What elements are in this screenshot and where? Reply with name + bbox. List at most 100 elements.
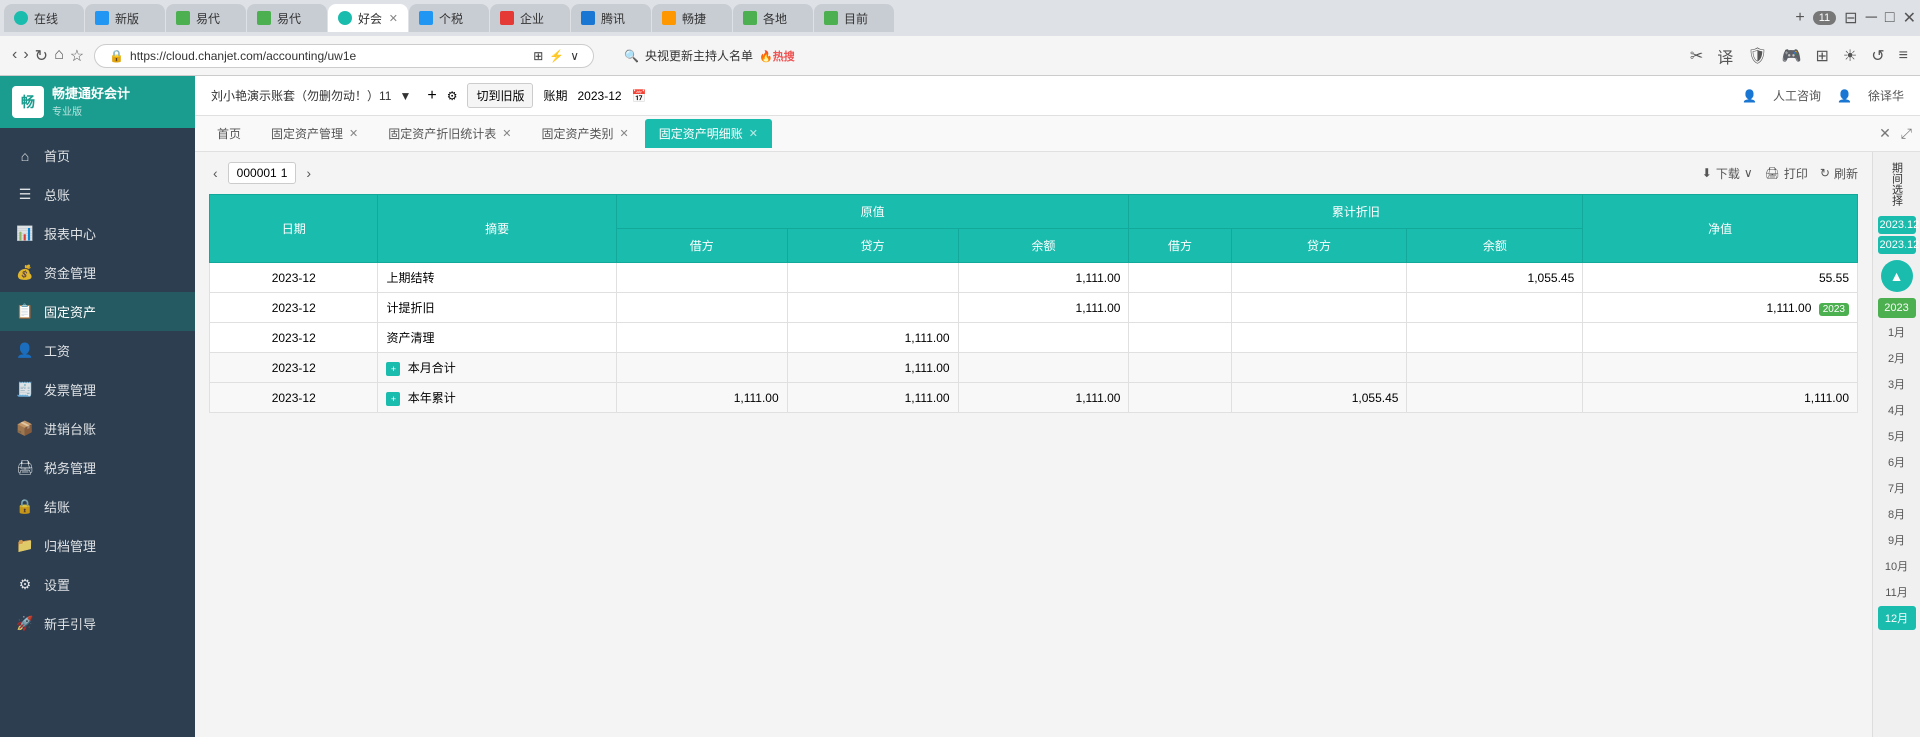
sidebar-item-closing[interactable]: 🔒 结账 xyxy=(0,487,195,526)
tab-close-t5[interactable]: ✕ xyxy=(389,12,398,25)
browser-tab-t10[interactable]: 各地 xyxy=(733,4,813,32)
game-icon[interactable]: 🎮 xyxy=(1782,46,1802,66)
sidebar-item-home[interactable]: ⌂ 首页 xyxy=(0,136,195,175)
period-month-8[interactable]: 8月 xyxy=(1878,502,1916,526)
minimize-button[interactable]: ─ xyxy=(1866,9,1877,27)
period-date-2[interactable]: 2023.12 xyxy=(1878,236,1916,254)
print-button[interactable]: 🖨 打印 xyxy=(1765,165,1808,182)
tab-depreciation-stats[interactable]: 固定资产折旧统计表 ✕ xyxy=(374,119,525,148)
period-month-12[interactable]: 12月 xyxy=(1878,606,1916,630)
address-input[interactable]: 🔒 https://cloud.chanjet.com/accounting/u… xyxy=(94,44,594,68)
tab-depreciation-stats-close[interactable]: ✕ xyxy=(502,127,511,140)
sidebar-item-fixed-assets[interactable]: 📋 固定资产 xyxy=(0,292,195,331)
browser-tab-t3[interactable]: 易代 xyxy=(166,4,246,32)
prev-page-button[interactable]: ‹ xyxy=(209,163,222,183)
next-page-button[interactable]: › xyxy=(302,163,315,183)
shield-icon[interactable]: 🛡 xyxy=(1747,46,1767,66)
fullscreen-button[interactable]: ⤢ xyxy=(1901,125,1912,142)
search-icon: 🔍 xyxy=(624,49,639,63)
sidebar-item-funds[interactable]: 💰 资金管理 xyxy=(0,253,195,292)
sidebar-item-settings[interactable]: ⚙ 设置 xyxy=(0,565,195,604)
bookmark-button[interactable]: ☆ xyxy=(70,46,84,66)
switch-version-button[interactable]: 切到旧版 xyxy=(467,83,533,108)
tab-asset-ledger-close[interactable]: ✕ xyxy=(749,127,758,140)
reload-button[interactable]: ↻ xyxy=(35,46,48,66)
period-month-2[interactable]: 2月 xyxy=(1878,346,1916,370)
page-number-text: 000001 xyxy=(237,166,277,180)
sidebar-item-invoice[interactable]: 🧾 发票管理 xyxy=(0,370,195,409)
scissors-icon[interactable]: ✂ xyxy=(1690,46,1703,66)
refresh-button[interactable]: ↻ 刷新 xyxy=(1820,165,1858,182)
close-tab-button[interactable]: ✕ xyxy=(1879,125,1891,142)
add-company-button[interactable]: + xyxy=(427,87,436,105)
support-label[interactable]: 人工咨询 xyxy=(1773,87,1821,104)
period-date-1[interactable]: 2023.12 xyxy=(1878,216,1916,234)
app-container: 畅 畅捷通好会计 专业版 ⌂ 首页 ☰ 总账 📊 报表中心 💰 资金管理 xyxy=(0,76,1920,737)
home-button[interactable]: ⌂ xyxy=(54,46,64,66)
tab-label-t7: 企业 xyxy=(520,10,544,27)
hot-search-label[interactable]: 🔥热搜 xyxy=(759,48,795,64)
top-bar-actions: + ⚙ 切到旧版 账期 2023-12 📅 xyxy=(427,83,646,108)
tab-fixed-assets-mgmt[interactable]: 固定资产管理 ✕ xyxy=(257,119,372,148)
undo-icon[interactable]: ↺ xyxy=(1871,46,1884,66)
tab-home[interactable]: 首页 xyxy=(203,119,255,148)
company-dropdown[interactable]: ▼ xyxy=(399,89,411,103)
browser-tab-t6[interactable]: 个税 xyxy=(409,4,489,32)
grid-icon[interactable]: ⊞ xyxy=(1816,46,1829,66)
back-button[interactable]: ‹ xyxy=(12,46,17,66)
period-month-2023[interactable]: 2023 xyxy=(1878,298,1916,318)
translate-icon[interactable]: 译 xyxy=(1717,44,1733,68)
sidebar-item-payroll[interactable]: 👤 工资 xyxy=(0,331,195,370)
browser-tab-t5[interactable]: 好会 ✕ xyxy=(328,4,408,32)
address-lightning[interactable]: ⚡ xyxy=(549,49,564,63)
sidebar-item-reports[interactable]: 📊 报表中心 xyxy=(0,214,195,253)
tab-label-t3: 易代 xyxy=(196,10,220,27)
tab-home-label: 首页 xyxy=(217,125,241,142)
tab-list-button[interactable]: ⊟ xyxy=(1844,8,1857,28)
browser-tab-t8[interactable]: 腾讯 xyxy=(571,4,651,32)
period-month-10[interactable]: 10月 xyxy=(1878,554,1916,578)
period-month-1[interactable]: 1月 xyxy=(1878,320,1916,344)
browser-tab-t9[interactable]: 畅捷 xyxy=(652,4,732,32)
address-chevron[interactable]: ∨ xyxy=(570,49,579,63)
sidebar-item-inventory[interactable]: 📦 进销台账 xyxy=(0,409,195,448)
search-bar: 🔍 央视更新主持人名单 🔥热搜 xyxy=(624,47,795,64)
period-month-5[interactable]: 5月 xyxy=(1878,424,1916,448)
browser-tab-t1[interactable]: 在线 xyxy=(4,4,84,32)
user-label[interactable]: 徐译华 xyxy=(1868,87,1904,104)
brightness-icon[interactable]: ☀ xyxy=(1843,46,1857,66)
download-button[interactable]: ⬇ 下载 ∨ xyxy=(1702,165,1753,182)
menu-icon[interactable]: ≡ xyxy=(1899,47,1908,65)
browser-tab-t11[interactable]: 目前 xyxy=(814,4,894,32)
ledger-area: ‹ 000001 1 › ⬇ 下载 ∨ xyxy=(195,152,1872,737)
tab-asset-category[interactable]: 固定资产类别 ✕ xyxy=(527,119,642,148)
period-month-3[interactable]: 3月 xyxy=(1878,372,1916,396)
close-window-button[interactable]: ✕ xyxy=(1903,8,1916,28)
sidebar-item-tax[interactable]: 🖨 税务管理 xyxy=(0,448,195,487)
company-settings-button[interactable]: ⚙ xyxy=(447,89,458,103)
row-acc-balance-2 xyxy=(1407,323,1583,353)
maximize-button[interactable]: □ xyxy=(1885,9,1895,27)
sidebar-item-guide[interactable]: 🚀 新手引导 xyxy=(0,604,195,643)
period-month-9[interactable]: 9月 xyxy=(1878,528,1916,552)
period-month-4[interactable]: 4月 xyxy=(1878,398,1916,422)
row-date-3: 2023-12 xyxy=(210,353,378,383)
address-dropdown[interactable]: ⊞ xyxy=(533,49,543,63)
period-month-11[interactable]: 11月 xyxy=(1878,580,1916,604)
tab-label-t8: 腾讯 xyxy=(601,10,625,27)
browser-tab-t2[interactable]: 新版 xyxy=(85,4,165,32)
tab-fixed-assets-mgmt-close[interactable]: ✕ xyxy=(349,127,358,140)
period-month-6[interactable]: 6月 xyxy=(1878,450,1916,474)
sidebar-item-ledger[interactable]: ☰ 总账 xyxy=(0,175,195,214)
tab-label-t4: 易代 xyxy=(277,10,301,27)
calendar-icon[interactable]: 📅 xyxy=(632,89,647,103)
browser-tab-t4[interactable]: 易代 xyxy=(247,4,327,32)
period-month-7[interactable]: 7月 xyxy=(1878,476,1916,500)
new-tab-button[interactable]: + xyxy=(1795,9,1804,27)
browser-tab-t7[interactable]: 企业 xyxy=(490,4,570,32)
sidebar-item-archive[interactable]: 📁 归档管理 xyxy=(0,526,195,565)
tab-asset-ledger[interactable]: 固定资产明细账 ✕ xyxy=(645,119,772,148)
scroll-top-button[interactable]: ▲ xyxy=(1881,260,1913,292)
tab-asset-category-close[interactable]: ✕ xyxy=(620,127,629,140)
forward-button[interactable]: › xyxy=(23,46,28,66)
